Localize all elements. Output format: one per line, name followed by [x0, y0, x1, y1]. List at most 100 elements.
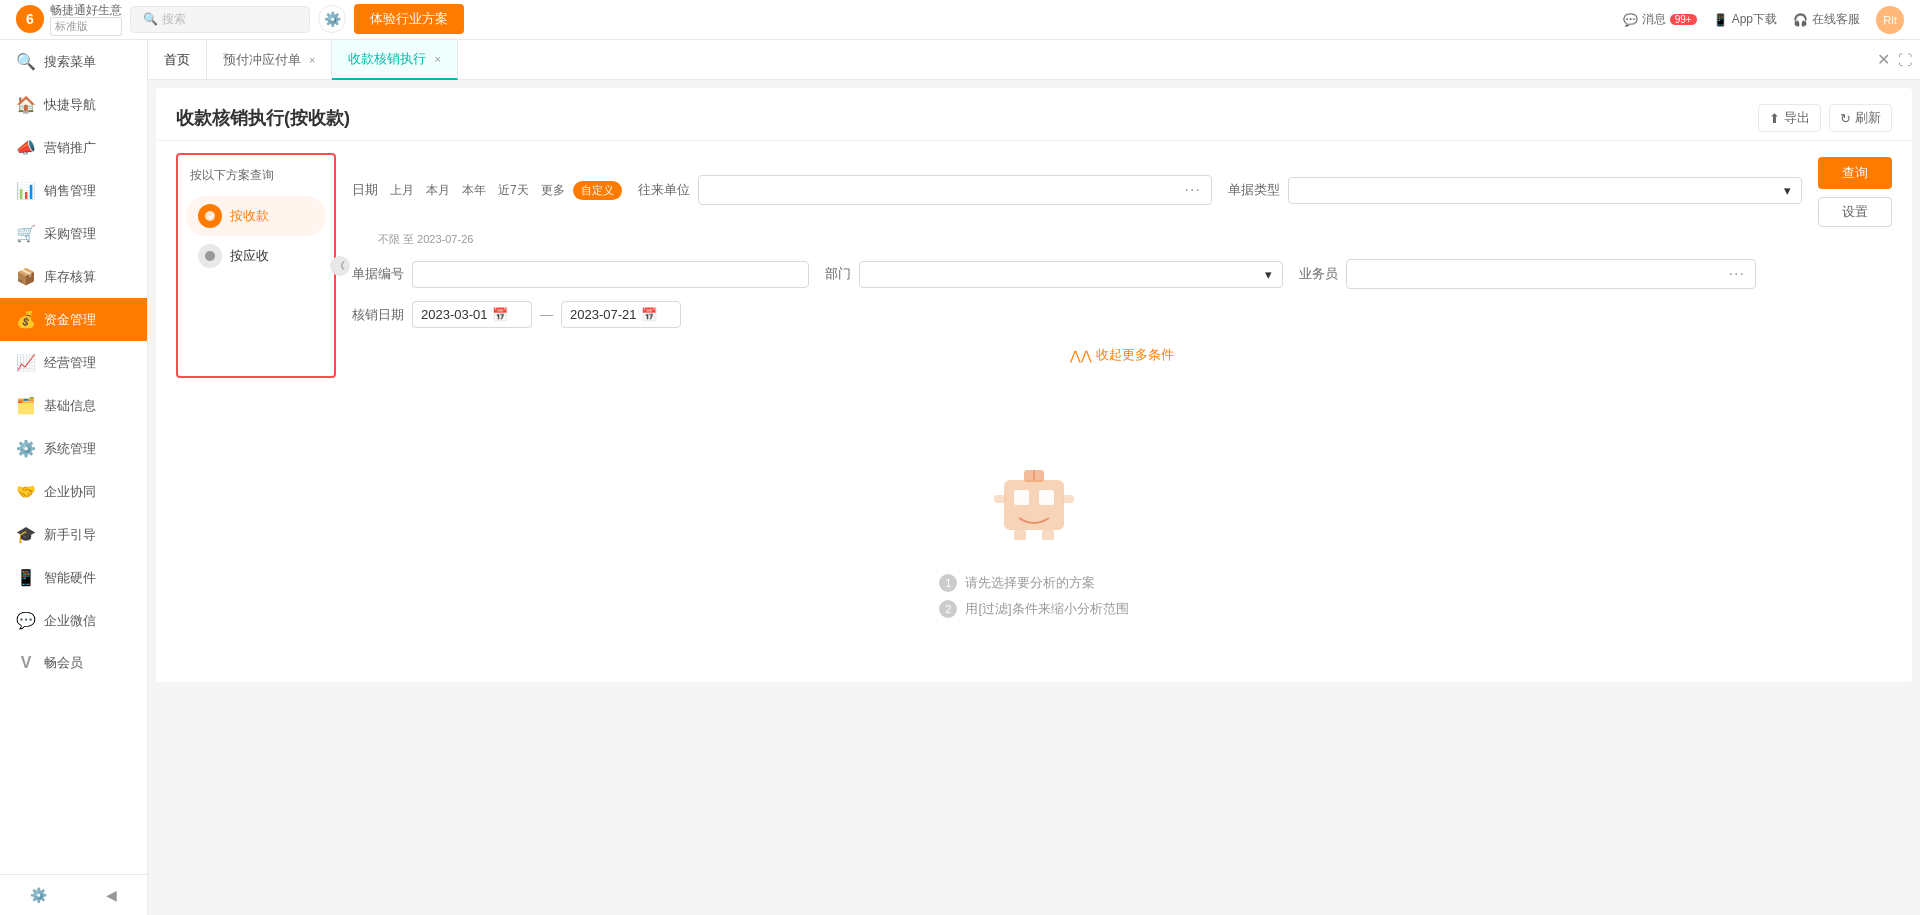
sidebar-item-operations[interactable]: 📈 经营管理: [0, 341, 147, 384]
tab-home-label: 首页: [164, 51, 190, 69]
solution-button[interactable]: 体验行业方案: [354, 4, 464, 34]
filter-option-by-collection[interactable]: 按收款: [186, 196, 326, 236]
date-no-limit-text: 不限 至 2023-07-26: [378, 233, 473, 245]
app-download-label: App下载: [1732, 11, 1777, 28]
department-filter-item: 部门 ▾: [825, 261, 1282, 288]
sidebar: 🔍 搜索菜单 🏠 快捷导航 📣 营销推广 📊 销售管理 🛒 采购管理 📦 库存核…: [0, 40, 148, 915]
sidebar-label-system: 系统管理: [44, 440, 96, 458]
filter-option-receivable-label: 按应收: [230, 247, 269, 265]
date-filter-item: 日期 上月 本月 本年 近7天 更多 自定义: [352, 180, 622, 201]
date-this-month-btn[interactable]: 本月: [422, 180, 454, 201]
collection-option-icon: [198, 204, 222, 228]
sidebar-item-finance[interactable]: 💰 资金管理: [0, 298, 147, 341]
sidebar-item-shortcuts[interactable]: 🏠 快捷导航: [0, 83, 147, 126]
tab-collection-label: 收款核销执行: [348, 50, 426, 68]
system-icon: ⚙️: [16, 439, 36, 458]
enterprise-icon: 🤝: [16, 482, 36, 501]
sidebar-collapse-arrow[interactable]: 《: [330, 256, 350, 276]
user-avatar[interactable]: Rit: [1876, 6, 1904, 34]
calendar-start-icon: 📅: [492, 307, 508, 322]
tab-prepay-close[interactable]: ×: [309, 54, 315, 66]
sidebar-label-shortcuts: 快捷导航: [44, 96, 96, 114]
salesperson-filter-item: 业务员 ···: [1299, 259, 1756, 289]
salesperson-select[interactable]: ···: [1346, 259, 1756, 289]
sidebar-item-wechat[interactable]: 💬 企业微信: [0, 599, 147, 642]
filter-option-collection-label: 按收款: [230, 207, 269, 225]
search-button[interactable]: 查询: [1818, 157, 1892, 189]
date-more-btn[interactable]: 更多: [537, 180, 569, 201]
logo: 6 畅捷通好生意 标准版: [16, 3, 122, 36]
department-chevron: ▾: [1265, 267, 1272, 282]
empty-tip-1-text: 请先选择要分析的方案: [965, 570, 1095, 596]
tab-close-all-btn[interactable]: ✕: [1877, 50, 1890, 69]
collapse-up-icon: ⋀⋀: [1070, 348, 1092, 363]
svg-rect-9: [1014, 530, 1026, 540]
verify-date-filter-item: 核销日期 2023-03-01 📅 — 2023-07-21: [352, 301, 681, 328]
empty-tip-1: 1 请先选择要分析的方案: [939, 570, 1128, 596]
salesperson-dots[interactable]: ···: [1729, 265, 1745, 283]
sidebar-item-search[interactable]: 🔍 搜索菜单: [0, 40, 147, 83]
sidebar-item-marketing[interactable]: 📣 营销推广: [0, 126, 147, 169]
sidebar-bottom: ⚙️ ◀: [0, 874, 147, 915]
app-download-button[interactable]: 📱 App下载: [1713, 11, 1777, 28]
vip-icon: V: [16, 654, 36, 672]
sidebar-item-guide[interactable]: 🎓 新手引导: [0, 513, 147, 556]
logo-icon: 6: [16, 5, 44, 33]
tab-bar: 首页 预付冲应付单 × 收款核销执行 × ✕ ⛶: [148, 40, 1920, 80]
top-bar: 6 畅捷通好生意 标准版 🔍 搜索 ⚙️ 体验行业方案 💬 消息 99+ 📱 A…: [0, 0, 1920, 40]
online-service-button[interactable]: 🎧 在线客服: [1793, 11, 1860, 28]
doc-type-label: 单据类型: [1228, 181, 1280, 199]
brand-sub: 标准版: [50, 17, 122, 36]
svg-rect-4: [1039, 490, 1054, 505]
sidebar-item-hardware[interactable]: 📱 智能硬件: [0, 556, 147, 599]
filter-row-2: 单据编号 部门 ▾ 业务员: [352, 259, 1892, 289]
sidebar-label-guide: 新手引导: [44, 526, 96, 544]
counterparty-label: 往来单位: [638, 181, 690, 199]
settings-icon[interactable]: ⚙️: [318, 5, 346, 33]
date-7days-btn[interactable]: 近7天: [494, 180, 533, 201]
tab-collection[interactable]: 收款核销执行 ×: [332, 40, 457, 80]
sidebar-item-enterprise[interactable]: 🤝 企业协同: [0, 470, 147, 513]
sidebar-item-system[interactable]: ⚙️ 系统管理: [0, 427, 147, 470]
sidebar-item-inventory[interactable]: 📦 库存核算: [0, 255, 147, 298]
search-bar[interactable]: 🔍 搜索: [130, 6, 310, 33]
sidebar-settings-btn[interactable]: ⚙️: [22, 883, 55, 907]
doc-number-input[interactable]: [412, 261, 809, 288]
verify-date-end-field[interactable]: 2023-07-21 📅: [561, 301, 681, 328]
export-icon: ⬆: [1769, 111, 1780, 126]
department-select[interactable]: ▾: [859, 261, 1282, 288]
counterparty-dots[interactable]: ···: [1185, 181, 1201, 199]
doc-number-label: 单据编号: [352, 265, 404, 283]
sidebar-collapse-btn[interactable]: ◀: [98, 883, 125, 907]
tab-home[interactable]: 首页: [148, 40, 207, 80]
sidebar-item-purchase[interactable]: 🛒 采购管理: [0, 212, 147, 255]
inventory-icon: 📦: [16, 267, 36, 286]
date-last-month-btn[interactable]: 上月: [386, 180, 418, 201]
sidebar-label-basic-info: 基础信息: [44, 397, 96, 415]
doc-type-select[interactable]: ▾: [1288, 177, 1802, 204]
date-this-year-btn[interactable]: 本年: [458, 180, 490, 201]
svg-point-1: [205, 251, 215, 261]
sidebar-item-vip[interactable]: V 畅会员: [0, 642, 147, 684]
tab-collection-close[interactable]: ×: [434, 53, 440, 65]
search-placeholder: 搜索: [162, 11, 186, 28]
tab-prepay[interactable]: 预付冲应付单 ×: [207, 40, 332, 80]
content-area: 首页 预付冲应付单 × 收款核销执行 × ✕ ⛶ 收款核销执行(按收款): [148, 40, 1920, 915]
message-button[interactable]: 💬 消息 99+: [1623, 11, 1697, 28]
filter-option-by-receivable[interactable]: 按应收: [186, 236, 326, 276]
page-header: 收款核销执行(按收款) ⬆ 导出 ↻ 刷新: [156, 88, 1912, 141]
tab-expand-btn[interactable]: ⛶: [1898, 52, 1912, 68]
verify-date-start-field[interactable]: 2023-03-01 📅: [412, 301, 532, 328]
sidebar-item-sales[interactable]: 📊 销售管理: [0, 169, 147, 212]
filter-area: 按以下方案查询 按收款 按应收: [156, 141, 1912, 390]
collapse-more-button[interactable]: ⋀⋀ 收起更多条件: [1050, 340, 1194, 370]
refresh-button[interactable]: ↻ 刷新: [1829, 104, 1892, 132]
sidebar-label-vip: 畅会员: [44, 654, 83, 672]
sidebar-label-enterprise: 企业协同: [44, 483, 96, 501]
sidebar-item-basic-info[interactable]: 🗂️ 基础信息: [0, 384, 147, 427]
collapse-more-label: 收起更多条件: [1096, 346, 1174, 364]
date-custom-btn[interactable]: 自定义: [573, 181, 622, 200]
counterparty-select[interactable]: ···: [698, 175, 1212, 205]
export-button[interactable]: ⬆ 导出: [1758, 104, 1821, 132]
filter-settings-button[interactable]: 设置: [1818, 197, 1892, 227]
